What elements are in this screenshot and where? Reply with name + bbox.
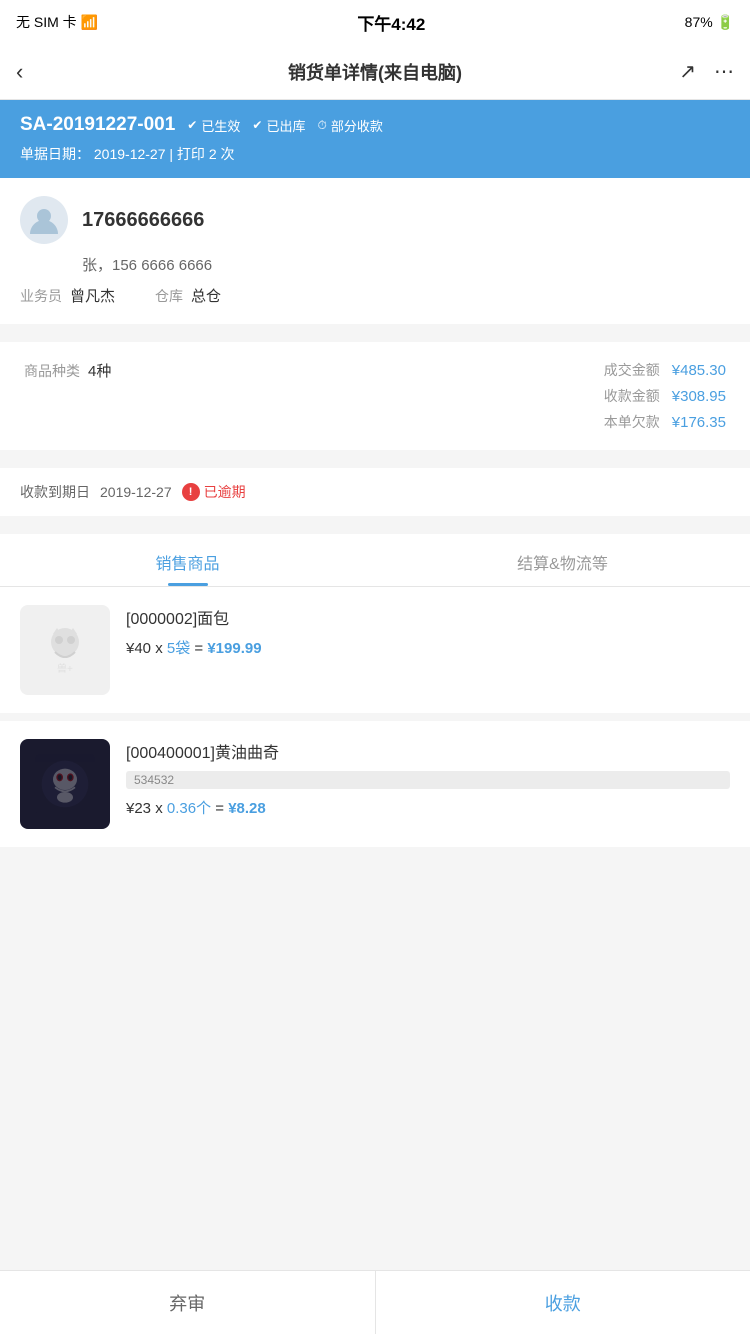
product-qty-2: 0.36个 bbox=[167, 800, 211, 817]
back-button[interactable]: ‹ bbox=[8, 51, 31, 93]
product-types-value: 4种 bbox=[88, 360, 111, 381]
status-bar-left: 无 SIM 卡 📶 bbox=[16, 12, 98, 32]
divider-2 bbox=[0, 460, 750, 468]
product-image-2 bbox=[20, 739, 110, 829]
product-name-1: [0000002]面包 bbox=[126, 605, 730, 629]
product-types-label: 商品种类 bbox=[24, 361, 80, 381]
overdue-label: 已逾期 bbox=[204, 482, 246, 502]
status-bar: 无 SIM 卡 📶 下午4:42 87% 🔋 bbox=[0, 0, 750, 44]
product-image-1: 兽+ bbox=[20, 605, 110, 695]
collect-payment-button[interactable]: 收款 bbox=[376, 1271, 750, 1334]
product-list: 兽+ [0000002]面包 ¥40 x 5袋 = ¥199.99 bbox=[0, 587, 750, 847]
badge-partial-payment: 部分收款 bbox=[317, 116, 382, 135]
collected-amount-value: ¥308.95 bbox=[672, 388, 726, 405]
tab-products[interactable]: 销售商品 bbox=[0, 534, 375, 586]
product-total-1: ¥199.99 bbox=[207, 640, 261, 657]
product-price-row-2: ¥23 x 0.36个 = ¥8.28 bbox=[126, 797, 730, 818]
divider-3 bbox=[0, 526, 750, 534]
date-value: 2019-12-27 bbox=[94, 146, 166, 162]
due-date-label: 收款到期日 bbox=[20, 482, 90, 502]
product-price-row-1: ¥40 x 5袋 = ¥199.99 bbox=[126, 637, 730, 658]
debt-amount-value: ¥176.35 bbox=[672, 414, 726, 431]
product-tag-2: 534532 bbox=[126, 771, 730, 789]
deal-amount-label: 成交金额 bbox=[600, 360, 660, 380]
customer-id: 17666666666 bbox=[82, 209, 204, 232]
product-info-2: [000400001]黄油曲奇 534532 ¥23 x 0.36个 = ¥8.… bbox=[126, 739, 730, 818]
header-date-info: 单据日期： 2019-12-27 | 打印 2 次 bbox=[20, 144, 730, 164]
bottom-spacer bbox=[0, 855, 750, 919]
status-bar-time: 下午4:42 bbox=[357, 10, 425, 35]
share-icon[interactable]: ↗︎ bbox=[679, 59, 696, 84]
product-price-1: ¥40 bbox=[126, 640, 151, 657]
product-name-2: [000400001]黄油曲奇 bbox=[126, 739, 730, 763]
customer-section: 17666666666 张，156 6666 6666 业务员 曾凡杰 仓库 总… bbox=[0, 178, 750, 324]
status-bar-right: 87% 🔋 bbox=[685, 14, 734, 31]
overdue-badge: ! 已逾期 bbox=[182, 482, 246, 502]
product-item-2: [000400001]黄油曲奇 534532 ¥23 x 0.36个 = ¥8.… bbox=[0, 721, 750, 847]
product-total-2: ¥8.28 bbox=[228, 800, 266, 817]
collected-amount-label: 收款金额 bbox=[600, 386, 660, 406]
divider-1 bbox=[0, 334, 750, 342]
debt-amount-label: 本单欠款 bbox=[600, 412, 660, 432]
due-date-value: 2019-12-27 bbox=[100, 484, 172, 500]
product-qty-1: 5袋 bbox=[167, 640, 190, 657]
tabs-section: 销售商品 结算&物流等 bbox=[0, 534, 750, 587]
nav-actions: ↗︎ ⋯ bbox=[679, 59, 734, 84]
warehouse-value: 总仓 bbox=[191, 285, 221, 306]
due-date-section: 收款到期日 2019-12-27 ! 已逾期 bbox=[0, 468, 750, 516]
nav-title: 销货单详情(来自电脑) bbox=[288, 59, 462, 85]
customer-info-row: 业务员 曾凡杰 仓库 总仓 bbox=[20, 285, 730, 306]
header-banner: SA-20191227-001 已生效 已出库 部分收款 单据日期： 2019-… bbox=[0, 100, 750, 178]
customer-name: 张，156 6666 6666 bbox=[82, 254, 730, 275]
order-id: SA-20191227-001 bbox=[20, 114, 175, 136]
deal-amount-value: ¥485.30 bbox=[672, 362, 726, 379]
badge-effective: 已生效 bbox=[187, 116, 240, 135]
print-info: | 打印 2 次 bbox=[169, 146, 234, 162]
overdue-icon: ! bbox=[182, 483, 200, 501]
badge-shipped: 已出库 bbox=[252, 116, 305, 135]
tab-settlement[interactable]: 结算&物流等 bbox=[375, 534, 750, 586]
product-item: 兽+ [0000002]面包 ¥40 x 5袋 = ¥199.99 bbox=[0, 587, 750, 713]
date-label: 单据日期： bbox=[20, 146, 90, 162]
customer-avatar bbox=[20, 196, 68, 244]
warehouse-label: 仓库 bbox=[155, 286, 183, 306]
nav-bar: ‹ 销货单详情(来自电脑) ↗︎ ⋯ bbox=[0, 44, 750, 100]
salesperson-label: 业务员 bbox=[20, 286, 62, 306]
product-info-1: [0000002]面包 ¥40 x 5袋 = ¥199.99 bbox=[126, 605, 730, 658]
product-price-2: ¥23 bbox=[126, 800, 151, 817]
bottom-bar: 弃审 收款 bbox=[0, 1270, 750, 1334]
more-icon[interactable]: ⋯ bbox=[714, 59, 734, 84]
salesperson-value: 曾凡杰 bbox=[70, 285, 115, 306]
svg-text:兽+: 兽+ bbox=[57, 662, 73, 675]
summary-section: 商品种类 4种 成交金额 ¥485.30 收款金额 ¥308.95 本单欠款 ¥… bbox=[0, 342, 750, 450]
battery-icon: 87% 🔋 bbox=[685, 14, 734, 31]
cancel-review-button[interactable]: 弃审 bbox=[0, 1271, 376, 1334]
